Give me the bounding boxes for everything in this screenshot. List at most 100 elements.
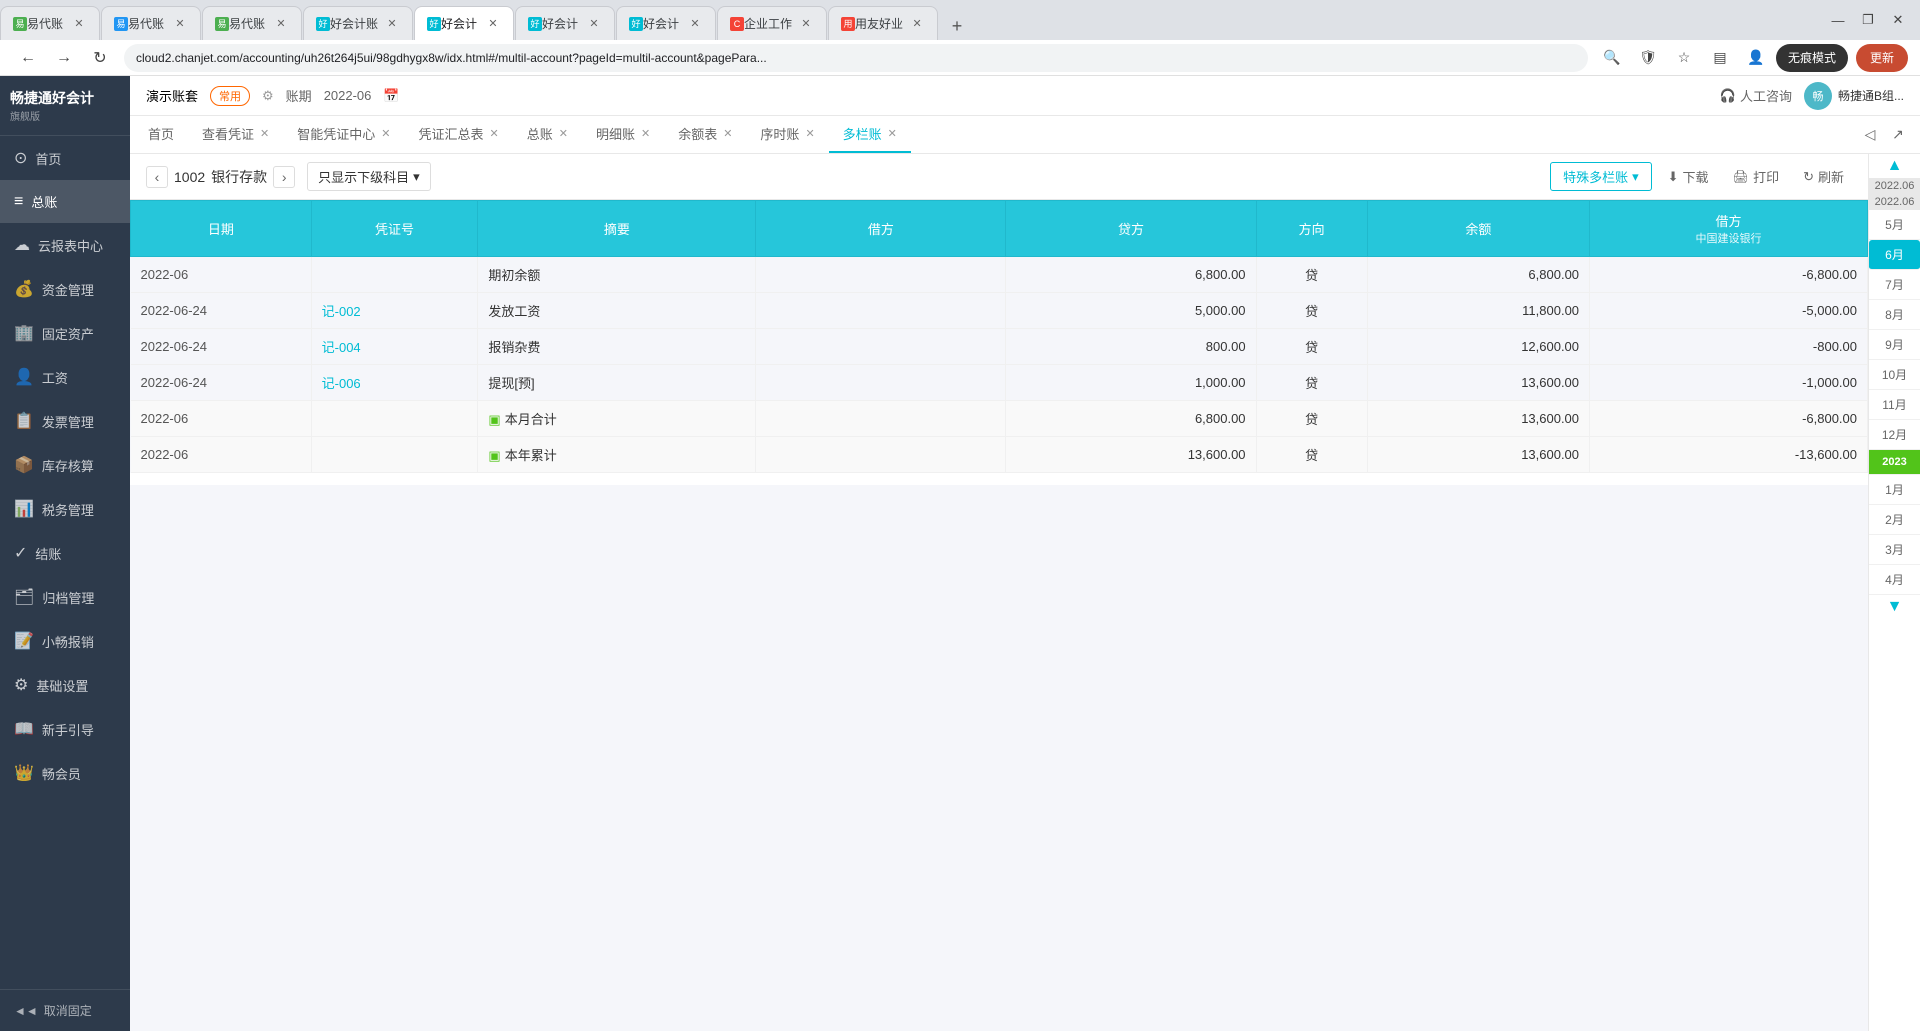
sidebar-item-reports[interactable]: ☁ 云报表中心	[0, 223, 130, 267]
new-tab-button[interactable]: +	[943, 12, 971, 40]
tab-close-2[interactable]: ✕	[172, 16, 188, 32]
tab-vs-close[interactable]: ✕	[490, 127, 499, 140]
tab-general-ledger[interactable]: 总账 ✕	[513, 116, 582, 153]
browser-tab-6[interactable]: 好 好会计 ✕	[515, 6, 615, 40]
sidebar-item-funds[interactable]: 💰 资金管理	[0, 267, 130, 311]
sidebar-item-ledger[interactable]: ≡ 总账	[0, 180, 130, 223]
tab-balance[interactable]: 余额表 ✕	[664, 116, 746, 153]
sidebar-item-payroll[interactable]: 👤 工资	[0, 355, 130, 399]
sidebar-item-guide[interactable]: 📖 新手引导	[0, 707, 130, 751]
tab-close-5[interactable]: ✕	[485, 16, 501, 32]
calendar-up-button[interactable]: ▲	[1883, 154, 1907, 178]
tab-sequence-close[interactable]: ✕	[805, 127, 814, 140]
browser-tab-8[interactable]: C 企业工作 ✕	[717, 6, 827, 40]
cell-voucher-2[interactable]: 记-004	[311, 329, 478, 365]
browser-tab-9[interactable]: 用 用友好业 ✕	[828, 6, 938, 40]
tab-sequence[interactable]: 序时账 ✕	[746, 116, 828, 153]
browser-tab-1[interactable]: 易 易代账 ✕	[0, 6, 100, 40]
reload-button[interactable]: ↻	[84, 42, 116, 74]
consult-button[interactable]: 🎧 人工咨询	[1720, 86, 1792, 105]
address-input[interactable]	[124, 44, 1588, 72]
tab-close-8[interactable]: ✕	[798, 16, 814, 32]
tab-close-1[interactable]: ✕	[71, 16, 87, 32]
update-button[interactable]: 更新	[1856, 44, 1908, 72]
browser-tab-7[interactable]: 好 好会计 ✕	[616, 6, 716, 40]
tab-gl-close[interactable]: ✕	[559, 127, 568, 140]
star-icon[interactable]: ☆	[1668, 42, 1700, 74]
minimize-button[interactable]: —	[1824, 6, 1852, 34]
voucher-link-2[interactable]: 记-004	[322, 340, 361, 355]
cal-month-jun[interactable]: 6月	[1869, 240, 1920, 270]
cal-month-apr[interactable]: 4月	[1869, 565, 1920, 595]
tab-close-9[interactable]: ✕	[909, 16, 925, 32]
sidebar-item-home[interactable]: ⊙ 首页	[0, 136, 130, 180]
print-button[interactable]: 🖨 打印	[1725, 163, 1788, 190]
sidebar-item-inventory[interactable]: 📦 库存核算	[0, 443, 130, 487]
tab-detail-ledger[interactable]: 明细账 ✕	[582, 116, 664, 153]
profile-icon[interactable]: 👤	[1740, 42, 1772, 74]
cal-month-aug[interactable]: 8月	[1869, 300, 1920, 330]
tab-smart-close[interactable]: ✕	[381, 127, 390, 140]
browser-tab-4[interactable]: 好 好会计账 ✕	[303, 6, 413, 40]
maximize-button[interactable]: ❐	[1854, 6, 1882, 34]
tab-close-6[interactable]: ✕	[586, 16, 602, 32]
cal-month-mar[interactable]: 3月	[1869, 535, 1920, 565]
prev-subject-button[interactable]: ‹	[146, 166, 168, 188]
tab-dl-close[interactable]: ✕	[641, 127, 650, 140]
tab-close-4[interactable]: ✕	[384, 16, 400, 32]
cal-month-feb[interactable]: 2月	[1869, 505, 1920, 535]
tab-smart-voucher[interactable]: 智能凭证中心 ✕	[283, 116, 404, 153]
cell-date-0: 2022-06	[131, 257, 312, 293]
back-button[interactable]: ←	[12, 42, 44, 74]
no-trace-button[interactable]: 无痕模式	[1776, 44, 1848, 72]
tab-close-3[interactable]: ✕	[273, 16, 289, 32]
sidebar-toggle-icon[interactable]: ▤	[1704, 42, 1736, 74]
tab-voucher-close[interactable]: ✕	[260, 127, 269, 140]
sidebar-pin-toggle[interactable]: ◄◄ 取消固定	[0, 989, 130, 1031]
tab-voucher-summary[interactable]: 凭证汇总表 ✕	[404, 116, 512, 153]
cal-month-may[interactable]: 5月	[1869, 210, 1920, 240]
cal-month-jan[interactable]: 1月	[1869, 475, 1920, 505]
settings-gear-icon[interactable]: ⚙	[262, 88, 274, 104]
special-multicolumn-button[interactable]: 特殊多栏账 ▾	[1550, 162, 1652, 191]
expand-panel-button[interactable]: ↗	[1884, 121, 1912, 149]
sidebar-item-invoice[interactable]: 📋 发票管理	[0, 399, 130, 443]
forward-button[interactable]: →	[48, 42, 80, 74]
tab-close-7[interactable]: ✕	[687, 16, 703, 32]
cal-month-nov[interactable]: 11月	[1869, 390, 1920, 420]
sidebar-item-assets[interactable]: 🏢 固定资产	[0, 311, 130, 355]
cal-month-sep[interactable]: 9月	[1869, 330, 1920, 360]
tab-voucher[interactable]: 查看凭证 ✕	[188, 116, 283, 153]
calendar-icon[interactable]: 📅	[383, 88, 399, 104]
next-subject-button[interactable]: ›	[273, 166, 295, 188]
cell-balance-2: 12,600.00	[1367, 329, 1589, 365]
calendar-down-button[interactable]: ▼	[1883, 595, 1907, 619]
shield-icon[interactable]: 🛡	[1632, 42, 1664, 74]
tab-home[interactable]: 首页	[134, 116, 188, 153]
browser-tab-3[interactable]: 易 易代账 ✕	[202, 6, 302, 40]
sidebar-item-archive[interactable]: 🗂 归档管理	[0, 575, 130, 619]
tab-balance-close[interactable]: ✕	[723, 127, 732, 140]
sidebar-item-tax[interactable]: 📊 税务管理	[0, 487, 130, 531]
cell-voucher-3[interactable]: 记-006	[311, 365, 478, 401]
tab-multi-column[interactable]: 多栏账 ✕	[829, 116, 911, 153]
sidebar-item-expense[interactable]: 📝 小畅报销	[0, 619, 130, 663]
tab-mc-close[interactable]: ✕	[888, 127, 897, 140]
sidebar-item-closing[interactable]: ✓ 结账	[0, 531, 130, 575]
browser-tab-5[interactable]: 好 好会计 ✕	[414, 6, 514, 40]
sidebar-item-member[interactable]: 👑 畅会员	[0, 751, 130, 795]
collapse-panel-button[interactable]: ◁	[1856, 121, 1884, 149]
close-window-button[interactable]: ✕	[1884, 6, 1912, 34]
cell-voucher-1[interactable]: 记-002	[311, 293, 478, 329]
cal-month-dec[interactable]: 12月	[1869, 420, 1920, 450]
cal-month-oct[interactable]: 10月	[1869, 360, 1920, 390]
download-button[interactable]: ⬇ 下载	[1660, 163, 1717, 190]
sidebar-item-settings[interactable]: ⚙ 基础设置	[0, 663, 130, 707]
cal-month-jul[interactable]: 7月	[1869, 270, 1920, 300]
filter-dropdown[interactable]: 只显示下级科目 ▾	[307, 162, 431, 191]
voucher-link-1[interactable]: 记-002	[322, 304, 361, 319]
voucher-link-3[interactable]: 记-006	[322, 376, 361, 391]
search-icon[interactable]: 🔍	[1596, 42, 1628, 74]
browser-tab-2[interactable]: 易 易代账 ✕	[101, 6, 201, 40]
refresh-button[interactable]: ↻ 刷新	[1795, 163, 1852, 190]
